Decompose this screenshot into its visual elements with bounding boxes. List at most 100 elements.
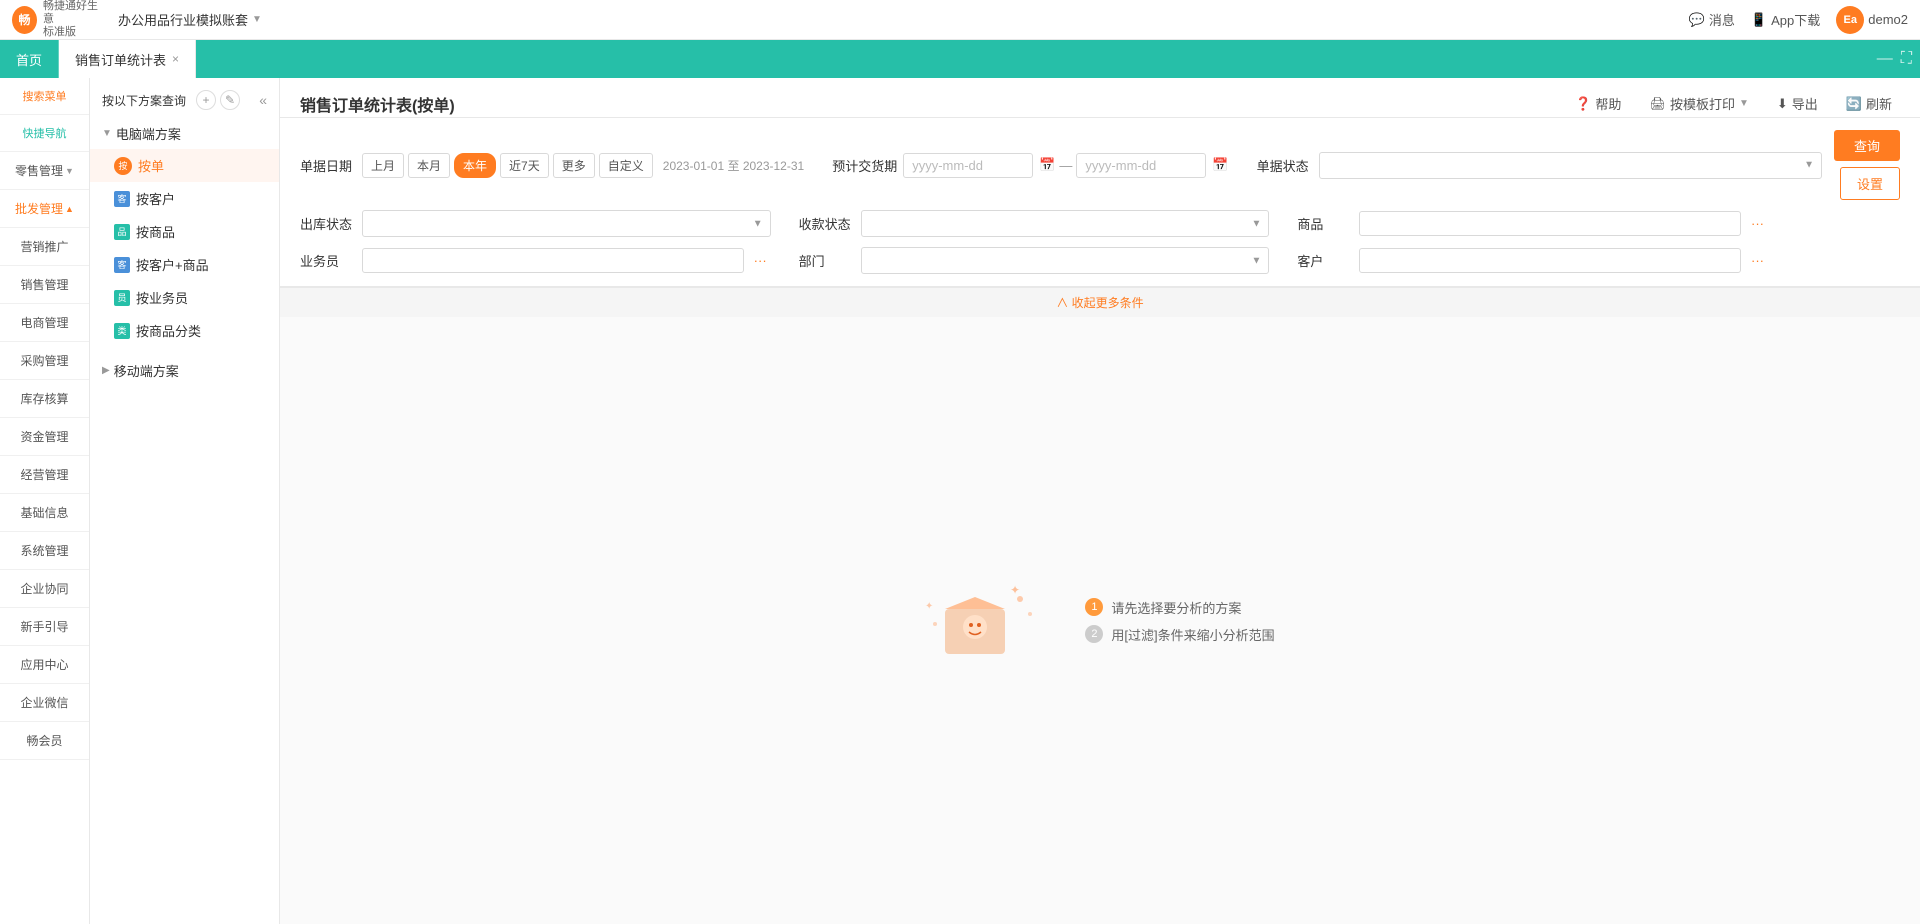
settings-button[interactable]: 设置 bbox=[1840, 167, 1900, 200]
empty-tip-2: 2 用[过滤]条件来缩小分析范围 bbox=[1085, 625, 1274, 644]
salesman-input[interactable] bbox=[362, 248, 744, 273]
expected-date-filter: 预计交货期 📅 — 📅 bbox=[832, 153, 1228, 178]
tip-number-1: 1 bbox=[1085, 598, 1103, 616]
payment-select[interactable]: 未收款 部分收款 全部收款 bbox=[861, 210, 1270, 237]
logo-area: 畅 畅捷通好生意 标准版 bbox=[12, 0, 102, 39]
scheme-group-pc-title[interactable]: ▼ 电脑端方案 bbox=[90, 118, 279, 149]
tab-maximize-button[interactable]: ⛶ bbox=[1901, 50, 1912, 68]
sidebar-item-retail[interactable]: 零售管理 ▼ bbox=[0, 152, 89, 190]
add-scheme-button[interactable]: + bbox=[196, 90, 216, 110]
filter-area: 单据日期 上月 本月 本年 近7天 更多 自定义 2023-01-01 至 20… bbox=[280, 118, 1920, 287]
action-buttons: 查询 设置 bbox=[1834, 130, 1900, 200]
sidebar-item-system[interactable]: 系统管理 bbox=[0, 532, 89, 570]
date-range-input: 📅 — 📅 bbox=[903, 153, 1228, 178]
filter-row-3: 业务员 ··· 部门 ▼ 客户 bbox=[300, 247, 1900, 274]
sidebar-item-ecommerce[interactable]: 电商管理 bbox=[0, 304, 89, 342]
panel-action-icons: + ✎ bbox=[196, 90, 240, 110]
sidebar-quick-nav[interactable]: 快捷导航 bbox=[0, 115, 89, 152]
date-btn-7days[interactable]: 近7天 bbox=[500, 153, 549, 178]
dept-filter: 部门 ▼ bbox=[799, 247, 1270, 274]
date-btn-custom[interactable]: 自定义 bbox=[599, 153, 653, 178]
sidebar-search[interactable]: 搜索菜单 bbox=[0, 78, 89, 115]
print-button[interactable]: 🖨 按模板打印 ▼ bbox=[1641, 90, 1756, 117]
sidebar-item-inventory[interactable]: 库存核算 bbox=[0, 380, 89, 418]
scheme-item-by-salesman[interactable]: 员 按业务员 bbox=[90, 281, 279, 314]
sidebar-item-new-guide[interactable]: 新手引导 bbox=[0, 608, 89, 646]
scheme-item-by-category[interactable]: 类 按商品分类 bbox=[90, 314, 279, 347]
sidebar: 搜索菜单 快捷导航 零售管理 ▼ 批发管理 ▲ 营销推广 销售管理 电商管理 采… bbox=[0, 78, 90, 924]
date-btn-last-month[interactable]: 上月 bbox=[362, 153, 404, 178]
dept-select[interactable] bbox=[861, 247, 1270, 274]
sidebar-item-finance[interactable]: 资金管理 bbox=[0, 418, 89, 456]
salesman-more-button[interactable]: ··· bbox=[750, 249, 771, 272]
scheme-group-mobile-title[interactable]: ▶ 移动端方案 bbox=[90, 355, 279, 386]
customer-filter: 客户 ··· bbox=[1297, 248, 1768, 273]
date-start-input[interactable] bbox=[903, 153, 1033, 178]
scheme-icon-customer: 客 bbox=[114, 191, 130, 207]
scheme-icon-order: 按 bbox=[114, 157, 132, 175]
panel-collapse-button[interactable]: « bbox=[259, 92, 267, 108]
date-options: 上月 本月 本年 近7天 更多 自定义 bbox=[362, 153, 653, 178]
chevron-down-icon: ▼ bbox=[65, 166, 74, 176]
scheme-item-by-customer[interactable]: 客 按客户 bbox=[90, 182, 279, 215]
message-button[interactable]: 💬 消息 bbox=[1689, 10, 1735, 29]
print-icon: 🖨 bbox=[1649, 96, 1666, 112]
collapse-icon: ∧ bbox=[1056, 296, 1071, 310]
sidebar-item-marketing[interactable]: 营销推广 bbox=[0, 228, 89, 266]
sidebar-item-sales[interactable]: 销售管理 bbox=[0, 266, 89, 304]
scheme-item-by-product[interactable]: 品 按商品 bbox=[90, 215, 279, 248]
user-profile[interactable]: Ea demo2 bbox=[1836, 6, 1908, 34]
sidebar-item-operation[interactable]: 经营管理 bbox=[0, 456, 89, 494]
refresh-button[interactable]: 🔄 刷新 bbox=[1838, 90, 1900, 117]
sidebar-item-wholesale[interactable]: 批发管理 ▲ bbox=[0, 190, 89, 228]
scheme-item-by-order[interactable]: 按 按单 bbox=[90, 149, 279, 182]
export-button[interactable]: ⬇ 导出 bbox=[1769, 90, 1826, 117]
date-end-input[interactable] bbox=[1076, 153, 1206, 178]
tab-home[interactable]: 首页 bbox=[0, 40, 59, 78]
salesman-filter: 业务员 ··· bbox=[300, 248, 771, 273]
scheme-group-mobile: ▶ 移动端方案 bbox=[90, 351, 279, 390]
query-button[interactable]: 查询 bbox=[1834, 130, 1900, 161]
date-btn-this-year[interactable]: 本年 bbox=[454, 153, 496, 178]
customer-more-button[interactable]: ··· bbox=[1747, 249, 1768, 272]
date-btn-more[interactable]: 更多 bbox=[553, 153, 595, 178]
date-btn-this-month[interactable]: 本月 bbox=[408, 153, 450, 178]
filter-row-1: 单据日期 上月 本月 本年 近7天 更多 自定义 2023-01-01 至 20… bbox=[300, 130, 1900, 200]
chevron-down-icon: ▼ bbox=[102, 128, 112, 139]
collapse-bar[interactable]: ∧ 收起更多条件 bbox=[280, 287, 1920, 317]
sidebar-item-member[interactable]: 畅会员 bbox=[0, 722, 89, 760]
scheme-item-by-customer-product[interactable]: 客 按客户+商品 bbox=[90, 248, 279, 281]
payment-filter: 收款状态 未收款 部分收款 全部收款 ▼ bbox=[799, 210, 1270, 237]
scheme-icon-cust-prod: 客 bbox=[114, 257, 130, 273]
sidebar-item-purchase[interactable]: 采购管理 bbox=[0, 342, 89, 380]
scheme-icon-salesman: 员 bbox=[114, 290, 130, 306]
product-input[interactable] bbox=[1359, 211, 1741, 236]
tab-right-actions: — ⛶ bbox=[1877, 50, 1920, 68]
tab-minimize-button[interactable]: — bbox=[1877, 50, 1893, 68]
svg-text:✦: ✦ bbox=[925, 601, 933, 612]
sidebar-item-enterprise-collab[interactable]: 企业协同 bbox=[0, 570, 89, 608]
page-title: 销售订单统计表(按单) bbox=[300, 92, 1567, 116]
refresh-icon: 🔄 bbox=[1846, 96, 1862, 112]
product-more-button[interactable]: ··· bbox=[1747, 212, 1768, 235]
help-button[interactable]: ❓ 帮助 bbox=[1567, 90, 1629, 117]
calendar-end-icon[interactable]: 📅 bbox=[1212, 157, 1228, 173]
top-bar: 畅 畅捷通好生意 标准版 办公用品行业模拟账套 ▼ 💬 消息 📱 App下载 E… bbox=[0, 0, 1920, 40]
outbound-select[interactable]: 未出库 部分出库 全部出库 bbox=[362, 210, 771, 237]
tab-sales-statistics[interactable]: 销售订单统计表 × bbox=[59, 40, 196, 78]
sidebar-item-basic-info[interactable]: 基础信息 bbox=[0, 494, 89, 532]
calendar-start-icon[interactable]: 📅 bbox=[1039, 157, 1055, 173]
app-download-button[interactable]: 📱 App下载 bbox=[1751, 10, 1820, 29]
customer-input[interactable] bbox=[1359, 248, 1741, 273]
sidebar-item-app-center[interactable]: 应用中心 bbox=[0, 646, 89, 684]
scheme-icon-product: 品 bbox=[114, 224, 130, 240]
sidebar-item-wechat[interactable]: 企业微信 bbox=[0, 684, 89, 722]
app-icon: 📱 bbox=[1751, 12, 1767, 28]
status-select[interactable]: 待审核 已审核 已关闭 bbox=[1319, 152, 1822, 179]
tip-number-2: 2 bbox=[1085, 625, 1103, 643]
main-layout: 搜索菜单 快捷导航 零售管理 ▼ 批发管理 ▲ 营销推广 销售管理 电商管理 采… bbox=[0, 78, 1920, 924]
workspace-selector[interactable]: 办公用品行业模拟账套 ▼ bbox=[110, 6, 270, 33]
tab-close-button[interactable]: × bbox=[172, 52, 179, 66]
edit-scheme-button[interactable]: ✎ bbox=[220, 90, 240, 110]
filter-row-2: 出库状态 未出库 部分出库 全部出库 ▼ 收款状态 bbox=[300, 210, 1900, 237]
